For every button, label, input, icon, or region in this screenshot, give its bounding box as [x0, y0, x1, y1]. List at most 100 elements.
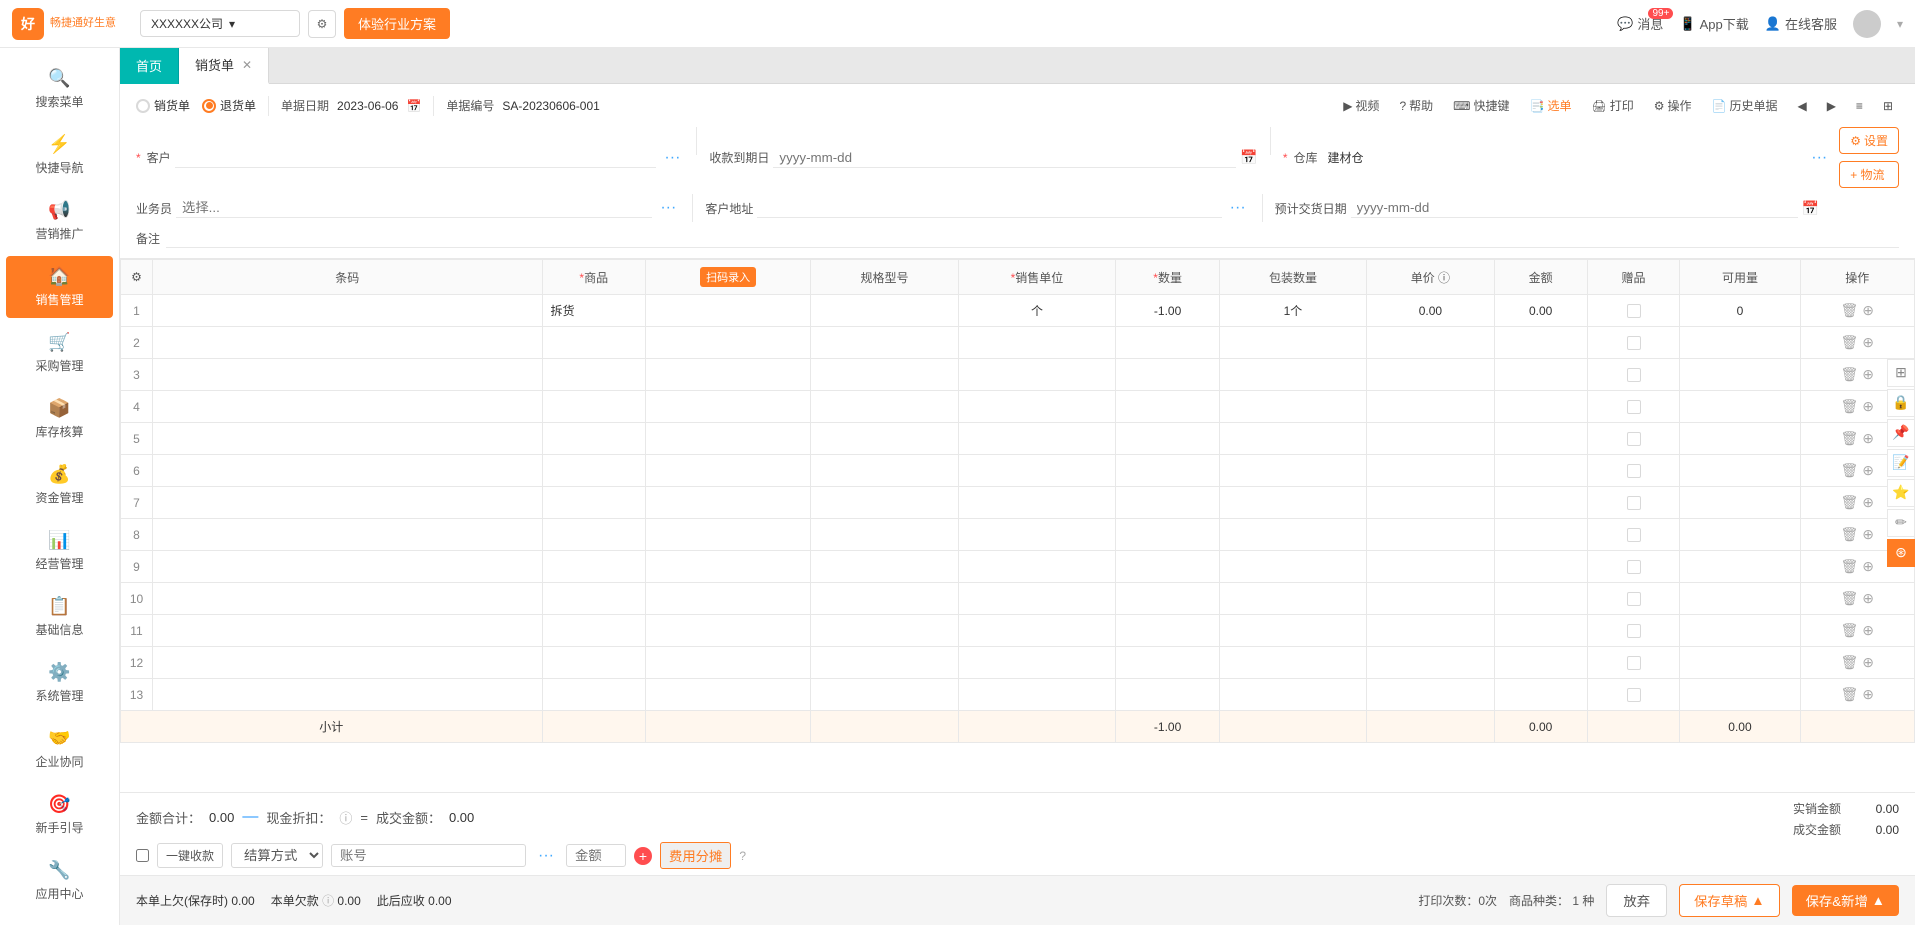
delete-row-icon[interactable]: 🗑	[1841, 430, 1859, 447]
row-product[interactable]	[542, 615, 645, 647]
row-barcode[interactable]	[153, 295, 543, 327]
tab-home[interactable]: 首页	[120, 48, 179, 84]
remark-input[interactable]	[166, 228, 1899, 248]
row-gift[interactable]	[1587, 391, 1680, 423]
row-quantity[interactable]: -1.00	[1116, 295, 1219, 327]
row-quantity[interactable]	[1116, 359, 1219, 391]
row-barcode[interactable]	[153, 551, 543, 583]
copy-row-icon[interactable]: ⊕	[1862, 558, 1874, 575]
customer-address-dots-button[interactable]: ···	[1226, 200, 1250, 216]
sidebar-item-quick-nav[interactable]: ⚡ 快捷导航	[6, 124, 113, 186]
copy-row-icon[interactable]: ⊕	[1862, 302, 1874, 319]
tab-close-icon[interactable]: ✕	[242, 58, 252, 72]
row-product[interactable]: 拆货	[542, 295, 645, 327]
expected-date-calendar-icon[interactable]: 📅	[1802, 200, 1819, 217]
help-circle-icon-2[interactable]: ⓘ	[322, 894, 334, 908]
row-spec[interactable]	[811, 391, 958, 423]
one-click-pay-checkbox[interactable]	[136, 849, 149, 862]
sidebar-item-marketing[interactable]: 📢 营销推广	[6, 190, 113, 252]
row-unit-price[interactable]	[1367, 679, 1495, 711]
row-spec[interactable]	[811, 583, 958, 615]
copy-row-icon[interactable]: ⊕	[1862, 494, 1874, 511]
save-draft-button[interactable]: 保存草稿 ▲	[1679, 884, 1780, 917]
row-quantity[interactable]	[1116, 615, 1219, 647]
row-quantity[interactable]	[1116, 519, 1219, 551]
row-unit-price[interactable]	[1367, 583, 1495, 615]
row-unit-price[interactable]	[1367, 647, 1495, 679]
copy-row-icon[interactable]: ⊕	[1862, 430, 1874, 447]
col-scan-header[interactable]: 扫码录入	[646, 260, 811, 295]
row-gift[interactable]	[1587, 423, 1680, 455]
customer-input[interactable]	[175, 148, 657, 168]
payment-amount-input[interactable]	[566, 844, 626, 867]
float-btn-1[interactable]: ⊞	[1887, 359, 1915, 387]
row-unit-price[interactable]	[1367, 327, 1495, 359]
row-gift[interactable]	[1587, 583, 1680, 615]
copy-row-icon[interactable]: ⊕	[1862, 590, 1874, 607]
delete-row-icon[interactable]: 🗑	[1841, 494, 1859, 511]
delete-row-icon[interactable]: 🗑	[1841, 558, 1859, 575]
due-date-input[interactable]	[773, 148, 1236, 168]
delete-row-icon[interactable]: 🗑	[1841, 398, 1859, 415]
row-product[interactable]	[542, 583, 645, 615]
row-spec[interactable]	[811, 327, 958, 359]
expected-date-input[interactable]	[1351, 198, 1798, 218]
sidebar-item-system[interactable]: ⚙️ 系统管理	[6, 652, 113, 714]
video-btn[interactable]: ▶ 视频	[1337, 94, 1385, 117]
row-barcode[interactable]	[153, 615, 543, 647]
row-unit-price[interactable]: 0.00	[1367, 295, 1495, 327]
delete-row-icon[interactable]: 🗑	[1841, 366, 1859, 383]
copy-row-icon[interactable]: ⊕	[1862, 366, 1874, 383]
copy-row-icon[interactable]: ⊕	[1862, 526, 1874, 543]
help-circle-icon[interactable]: ⓘ	[339, 808, 352, 827]
user-menu-icon[interactable]: ▾	[1897, 17, 1903, 31]
row-product[interactable]	[542, 487, 645, 519]
sidebar-item-app-center[interactable]: 🔧 应用中心	[6, 850, 113, 912]
row-barcode[interactable]	[153, 423, 543, 455]
copy-row-icon[interactable]: ⊕	[1862, 334, 1874, 351]
row-product[interactable]	[542, 551, 645, 583]
delete-row-icon[interactable]: 🗑	[1841, 334, 1859, 351]
one-click-pay-button[interactable]: 一键收款	[157, 843, 223, 868]
copy-row-icon[interactable]: ⊕	[1862, 654, 1874, 671]
row-unit-price[interactable]	[1367, 519, 1495, 551]
add-payment-button[interactable]: +	[634, 847, 652, 865]
row-quantity[interactable]	[1116, 551, 1219, 583]
online-service-button[interactable]: 👤 在线客服	[1765, 14, 1837, 33]
float-btn-4[interactable]: 📝	[1887, 449, 1915, 477]
print-btn[interactable]: 🖨 打印	[1585, 94, 1639, 117]
sidebar-item-inventory[interactable]: 📦 库存核算	[6, 388, 113, 450]
history-btn[interactable]: 📄 历史单据	[1705, 94, 1783, 117]
row-spec[interactable]	[811, 487, 958, 519]
delete-row-icon[interactable]: 🗑	[1841, 654, 1859, 671]
row-unit-price[interactable]	[1367, 391, 1495, 423]
col-settings-header[interactable]: ⚙	[121, 260, 153, 295]
row-gift[interactable]	[1587, 487, 1680, 519]
row-gift[interactable]	[1587, 455, 1680, 487]
row-quantity[interactable]	[1116, 423, 1219, 455]
row-spec[interactable]	[811, 519, 958, 551]
row-barcode[interactable]	[153, 583, 543, 615]
warehouse-dots-button[interactable]: ···	[1807, 150, 1831, 166]
row-quantity[interactable]	[1116, 391, 1219, 423]
copy-row-icon[interactable]: ⊕	[1862, 686, 1874, 703]
fee-split-help-icon[interactable]: ?	[739, 849, 746, 863]
sidebar-item-operations[interactable]: 📊 经营管理	[6, 520, 113, 582]
row-barcode[interactable]	[153, 359, 543, 391]
row-unit-price[interactable]	[1367, 487, 1495, 519]
row-unit-price[interactable]	[1367, 615, 1495, 647]
discard-button[interactable]: 放弃	[1606, 884, 1667, 917]
radio-return-order[interactable]: 退货单	[202, 97, 256, 114]
row-product[interactable]	[542, 455, 645, 487]
copy-row-icon[interactable]: ⊕	[1862, 462, 1874, 479]
row-spec[interactable]	[811, 551, 958, 583]
company-selector[interactable]: XXXXXX公司 ▾	[140, 10, 300, 37]
scan-button[interactable]: 扫码录入	[700, 267, 756, 287]
row-spec[interactable]	[811, 647, 958, 679]
row-gift[interactable]	[1587, 647, 1680, 679]
row-barcode[interactable]	[153, 487, 543, 519]
row-quantity[interactable]	[1116, 647, 1219, 679]
sidebar-item-basic-info[interactable]: 📋 基础信息	[6, 586, 113, 648]
row-spec[interactable]	[811, 615, 958, 647]
row-product[interactable]	[542, 519, 645, 551]
